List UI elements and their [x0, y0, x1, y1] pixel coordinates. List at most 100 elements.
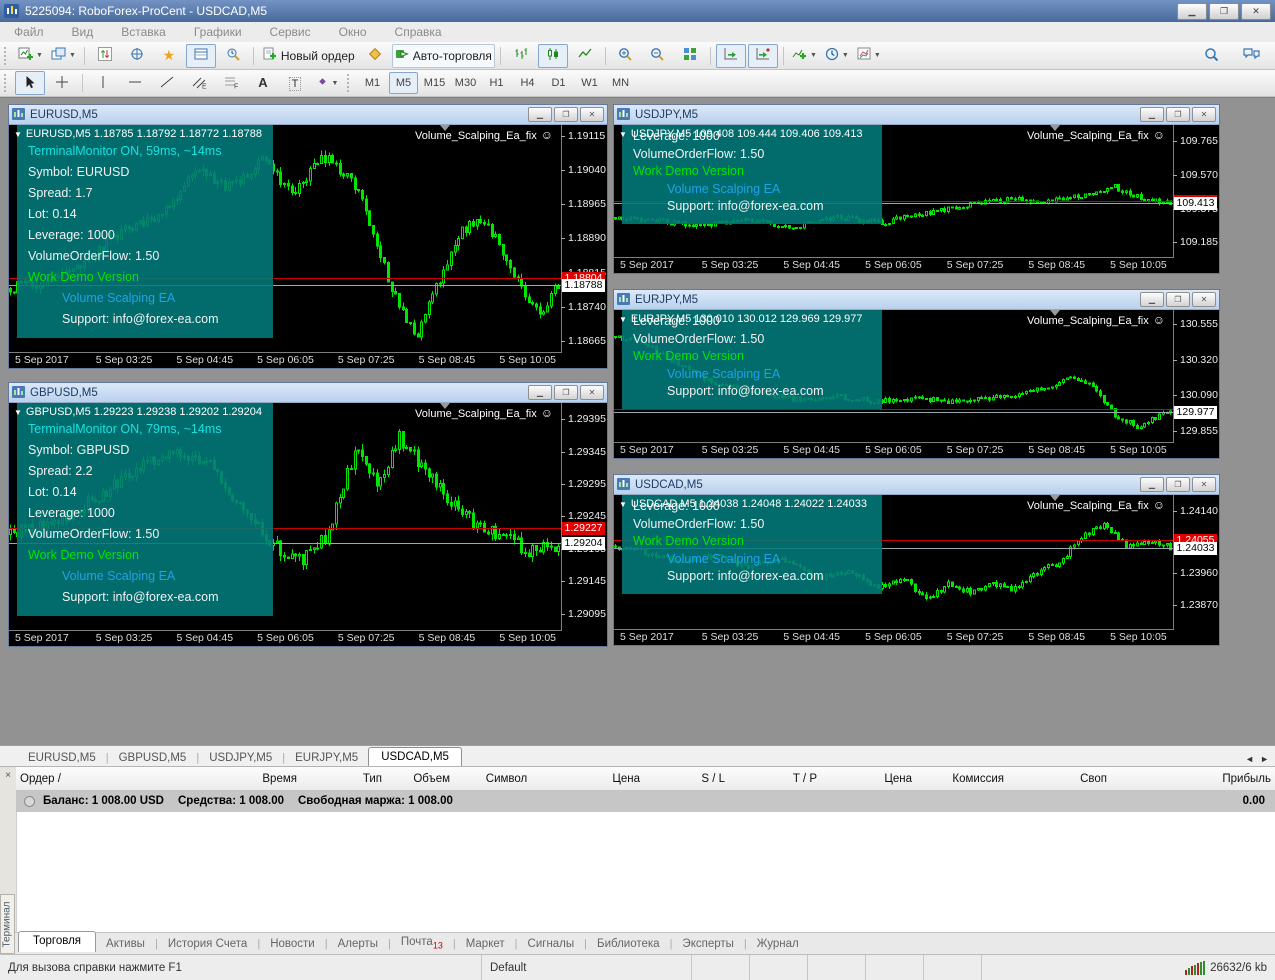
timeframe-m5-button[interactable]: M5 — [389, 72, 418, 94]
chart-area-gbpusd[interactable]: TerminalMonitor ON, 79ms, ~14ms Symbol: G… — [9, 403, 607, 646]
chart-minimize-button[interactable]: ▁ — [528, 107, 552, 122]
new-order-button[interactable]: Новый ордер — [259, 44, 358, 68]
menu-справка[interactable]: Справка — [381, 25, 456, 39]
arrows-button[interactable]: ▼ — [312, 71, 342, 95]
status-profile[interactable]: Default — [482, 955, 692, 980]
text-button[interactable]: A — [248, 71, 278, 95]
timeframe-h4-button[interactable]: H4 — [513, 72, 542, 94]
terminal-tab-история-счета[interactable]: История Счета — [158, 936, 258, 952]
dropdown-caret-icon[interactable]: ▼ — [874, 52, 881, 59]
dropdown-caret-icon[interactable]: ▼ — [69, 52, 76, 59]
timeframe-m15-button[interactable]: M15 — [420, 72, 449, 94]
terminal-tab-сигналы[interactable]: Сигналы — [518, 936, 585, 952]
ea-smiley-icon[interactable]: ☺ — [541, 128, 553, 142]
column-header-цена[interactable]: Цена — [559, 773, 644, 785]
chart-close-button[interactable]: ✕ — [580, 107, 604, 122]
column-header-объем[interactable]: Объем — [386, 773, 454, 785]
time-scale[interactable]: 5 Sep 2017 5 Sep 03:25 5 Sep 04:45 5 Sep 06… — [614, 258, 1219, 273]
collapse-arrow-icon[interactable]: ▼ — [619, 315, 627, 324]
menu-графики[interactable]: Графики — [180, 25, 256, 39]
bar-chart-button[interactable] — [506, 44, 536, 68]
terminal-tab-библиотека[interactable]: Библиотека — [587, 936, 670, 952]
chart-minimize-button[interactable]: ▁ — [1140, 477, 1164, 492]
indicators-button[interactable]: ▼ — [789, 44, 820, 68]
periods-button[interactable]: ▼ — [822, 44, 852, 68]
column-header-своп[interactable]: Своп — [1008, 773, 1111, 785]
ea-smiley-icon[interactable]: ☺ — [1153, 498, 1165, 512]
toolbar-grip[interactable] — [347, 74, 354, 92]
terminal-tab-новости[interactable]: Новости — [260, 936, 325, 952]
minimize-button[interactable]: ▁ — [1177, 2, 1207, 20]
strategy-tester-button[interactable] — [218, 44, 248, 68]
dropdown-caret-icon[interactable]: ▼ — [810, 52, 817, 59]
search-button[interactable] — [1196, 44, 1226, 68]
chart-area-usdcad[interactable]: Leverage: 1000 VolumeOrderFlow: 1.50 Work … — [614, 495, 1219, 645]
chart-close-button[interactable]: ✕ — [580, 385, 604, 400]
community-button[interactable] — [1236, 44, 1266, 68]
zoom-out-button[interactable] — [643, 44, 673, 68]
price-scale[interactable]: 130.555 130.320 130.090 129.855 129.977 — [1173, 310, 1219, 442]
new-chart-button[interactable]: ▼ — [15, 44, 46, 68]
timeframe-w1-button[interactable]: W1 — [575, 72, 604, 94]
timeframe-m1-button[interactable]: M1 — [358, 72, 387, 94]
timeframe-d1-button[interactable]: D1 — [544, 72, 573, 94]
templates-button[interactable]: ▼ — [854, 44, 884, 68]
candlestick-button[interactable] — [537, 43, 568, 68]
line-chart-button[interactable] — [570, 44, 600, 68]
chart-window-titlebar[interactable]: GBPUSD,M5 ▁ ❐ ✕ — [9, 383, 607, 403]
column-header-ордер[interactable]: Ордер / — [16, 773, 186, 785]
terminal-tab-эксперты[interactable]: Эксперты — [672, 936, 743, 952]
chart-window-titlebar[interactable]: EURJPY,M5 ▁ ❐ ✕ — [614, 290, 1219, 310]
menu-окно[interactable]: Окно — [325, 25, 381, 39]
price-scale[interactable]: 1.191151.190401.189651.188901.188151.187… — [561, 125, 607, 352]
menu-вставка[interactable]: Вставка — [107, 25, 180, 39]
auto-scroll-button[interactable] — [715, 43, 746, 68]
collapse-arrow-icon[interactable]: ▼ — [619, 130, 627, 139]
profiles-button[interactable]: ▼ — [48, 44, 79, 68]
chart-minimize-button[interactable]: ▁ — [528, 385, 552, 400]
menu-файл[interactable]: Файл — [0, 25, 58, 39]
text-label-button[interactable]: T — [280, 71, 310, 95]
terminal-tab-активы[interactable]: Активы — [96, 936, 155, 952]
dropdown-caret-icon[interactable]: ▼ — [36, 52, 43, 59]
column-header-цена[interactable]: Цена — [821, 773, 916, 785]
toolbar-grip[interactable] — [4, 74, 11, 92]
dropdown-caret-icon[interactable]: ▼ — [332, 80, 339, 87]
navigator-button[interactable]: ★ — [154, 44, 184, 68]
chart-restore-button[interactable]: ❐ — [1166, 107, 1190, 122]
timeframe-h1-button[interactable]: H1 — [482, 72, 511, 94]
chart-window-titlebar[interactable]: USDCAD,M5 ▁ ❐ ✕ — [614, 475, 1219, 495]
time-scale[interactable]: 5 Sep 2017 5 Sep 03:25 5 Sep 04:45 5 Sep 06… — [9, 631, 607, 646]
chart-close-button[interactable]: ✕ — [1192, 107, 1216, 122]
chart-shift-button[interactable] — [747, 43, 778, 68]
toolbar-grip[interactable] — [4, 46, 11, 65]
chart-restore-button[interactable]: ❐ — [554, 385, 578, 400]
data-window-button[interactable] — [122, 44, 152, 68]
chart-restore-button[interactable]: ❐ — [1166, 292, 1190, 307]
chart-minimize-button[interactable]: ▁ — [1140, 292, 1164, 307]
tabs-scroll-left-icon[interactable]: ◄ — [1245, 754, 1254, 764]
ea-smiley-icon[interactable]: ☺ — [1153, 313, 1165, 327]
column-header-прибыль[interactable]: Прибыль — [1111, 773, 1275, 785]
trendline-button[interactable] — [152, 71, 182, 95]
time-scale[interactable]: 5 Sep 2017 5 Sep 03:25 5 Sep 04:45 5 Sep 06… — [614, 630, 1219, 645]
price-scale[interactable]: 1.24140 1.23960 1.23870 1.24055 1.24033 — [1173, 495, 1219, 629]
terminal-tab-торговля[interactable]: Торговля — [18, 931, 97, 952]
restore-button[interactable]: ❐ — [1209, 2, 1239, 20]
collapse-arrow-icon[interactable]: ▼ — [619, 500, 627, 509]
market-watch-button[interactable] — [90, 44, 120, 68]
column-header-sl[interactable]: S / L — [644, 773, 729, 785]
horizontal-line-button[interactable] — [120, 71, 150, 95]
channel-button[interactable]: E — [184, 71, 214, 95]
autotrading-button[interactable]: Авто-торговля — [391, 43, 495, 68]
time-scale[interactable]: 5 Sep 2017 5 Sep 03:25 5 Sep 04:45 5 Sep 06… — [9, 353, 607, 368]
column-header-tp[interactable]: T / P — [729, 773, 821, 785]
column-header-символ[interactable]: Символ — [454, 773, 559, 785]
tabs-scroll-right-icon[interactable]: ► — [1260, 754, 1269, 764]
chart-tab-eurjpy[interactable]: EURJPY,M5 — [285, 750, 368, 767]
chart-tab-gbpusd[interactable]: GBPUSD,M5 — [109, 750, 197, 767]
close-button[interactable]: ✕ — [1241, 2, 1271, 20]
chart-tab-usdjpy[interactable]: USDJPY,M5 — [199, 750, 282, 767]
terminal-tab-алерты[interactable]: Алерты — [328, 936, 388, 952]
collapse-arrow-icon[interactable]: ▼ — [14, 130, 22, 139]
